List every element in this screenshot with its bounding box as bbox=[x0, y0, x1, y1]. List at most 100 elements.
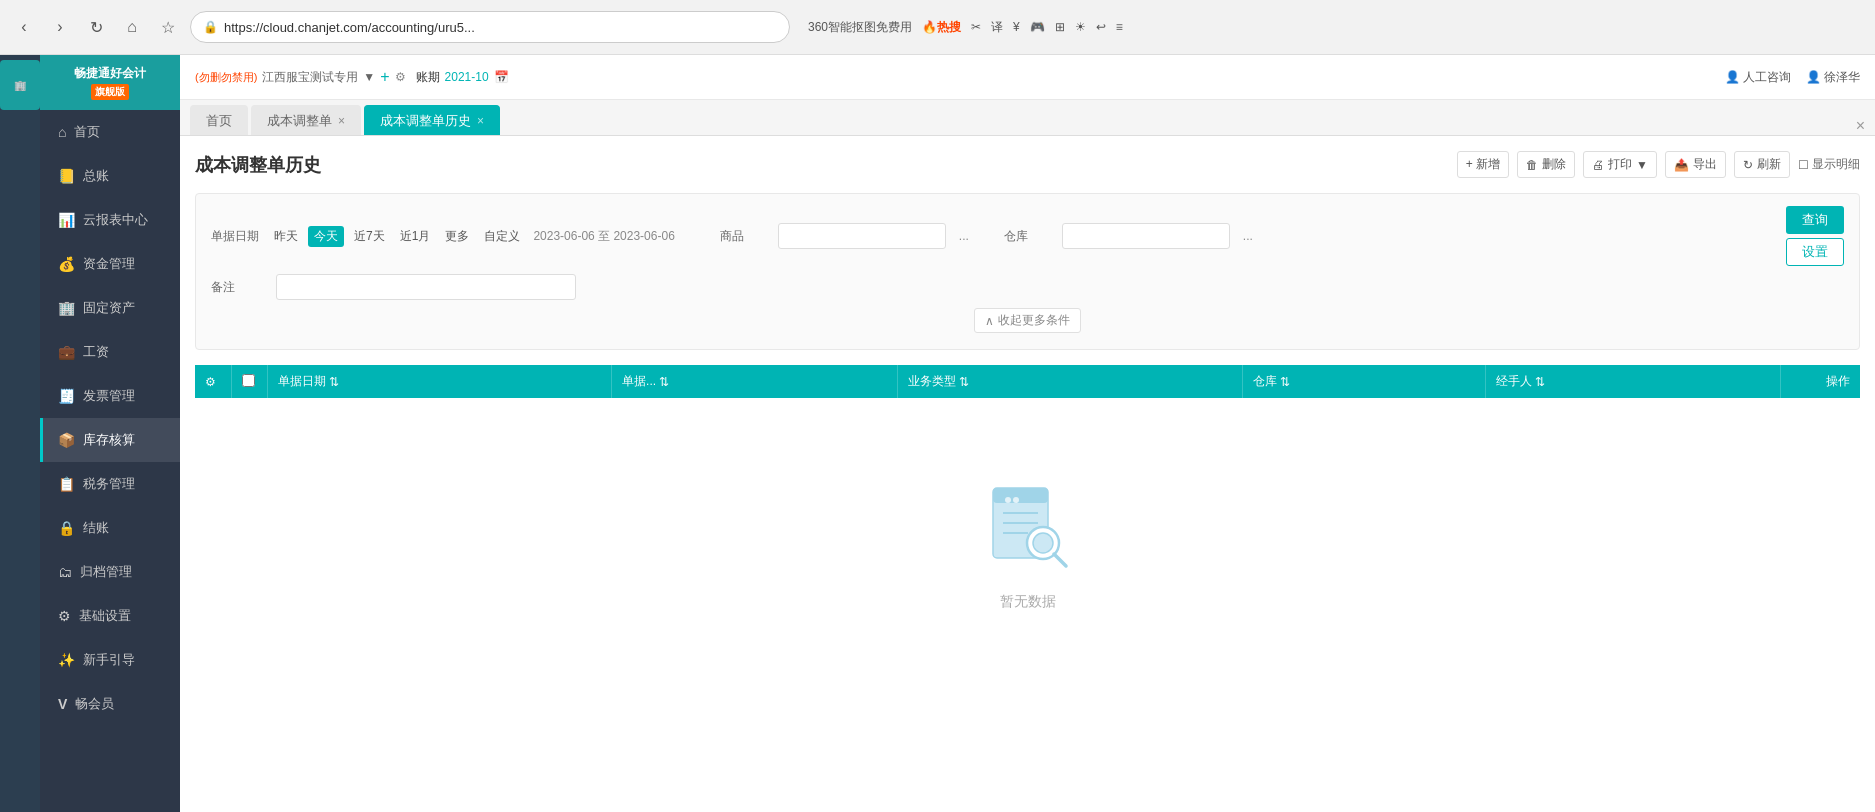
consult-action[interactable]: 👤 人工咨询 bbox=[1725, 69, 1791, 86]
sidebar-item-inventory[interactable]: 📦 库存核算 bbox=[40, 418, 180, 462]
sidebar-item-reports[interactable]: 📊 云报表中心 bbox=[40, 198, 180, 242]
sidebar-item-closing[interactable]: 🔒 结账 bbox=[40, 506, 180, 550]
goods-more-icon[interactable]: ... bbox=[959, 229, 969, 243]
tool-translate[interactable]: 译 bbox=[991, 19, 1003, 36]
th-handler-label: 经手人 bbox=[1496, 373, 1532, 390]
sidebar-item-payroll[interactable]: 💼 工资 bbox=[40, 330, 180, 374]
svg-point-6 bbox=[1033, 533, 1053, 553]
icon-sidebar: 🏢 bbox=[0, 55, 40, 812]
th-handler[interactable]: 经手人 ⇅ bbox=[1486, 365, 1780, 398]
logo-sub-text: 旗舰版 bbox=[91, 84, 129, 100]
th-checkbox[interactable] bbox=[231, 365, 267, 398]
th-type-label: 业务类型 bbox=[908, 373, 956, 390]
tool-hot[interactable]: 🔥热搜 bbox=[922, 19, 961, 36]
tool-undo[interactable]: ↩ bbox=[1096, 20, 1106, 34]
warehouse-filter-input[interactable] bbox=[1062, 223, 1230, 249]
period-selector[interactable]: 账期 2021-10 📅 bbox=[416, 69, 509, 86]
forward-button[interactable]: › bbox=[46, 13, 74, 41]
th-warehouse-label: 仓库 bbox=[1253, 373, 1277, 390]
refresh-btn[interactable]: ↻ 刷新 bbox=[1734, 151, 1790, 178]
new-btn[interactable]: + 新增 bbox=[1457, 151, 1509, 178]
th-type-sort[interactable]: 业务类型 ⇅ bbox=[908, 373, 1232, 390]
th-number-label: 单据... bbox=[622, 373, 656, 390]
th-number[interactable]: 单据... ⇅ bbox=[612, 365, 898, 398]
date-7days[interactable]: 近7天 bbox=[349, 226, 390, 247]
print-dropdown-icon: ▼ bbox=[1636, 158, 1648, 172]
url-text: https://cloud.chanjet.com/accounting/uru… bbox=[224, 20, 475, 35]
gear-settings-icon[interactable]: ⚙ bbox=[205, 375, 216, 389]
date-custom[interactable]: 自定义 bbox=[479, 226, 525, 247]
workspace-selector[interactable]: (勿删勿禁用) 江西服宝测试专用 ▼ + ⚙ bbox=[195, 68, 406, 86]
goods-filter-input[interactable] bbox=[778, 223, 946, 249]
collapse-btn[interactable]: ∧ 收起更多条件 bbox=[974, 308, 1081, 333]
workspace-name: 江西服宝测试专用 bbox=[262, 69, 358, 86]
user-action[interactable]: 👤 徐泽华 bbox=[1806, 69, 1860, 86]
tab-cost-history-close[interactable]: × bbox=[477, 114, 484, 128]
date-yesterday[interactable]: 昨天 bbox=[269, 226, 303, 247]
date-more[interactable]: 更多 bbox=[440, 226, 474, 247]
tool-scissors[interactable]: ✂ bbox=[971, 20, 981, 34]
th-date[interactable]: 单据日期 ⇅ bbox=[267, 365, 612, 398]
sidebar-item-archive[interactable]: 🗂 归档管理 bbox=[40, 550, 180, 594]
th-number-sort[interactable]: 单据... ⇅ bbox=[622, 373, 887, 390]
settings-btn[interactable]: 设置 bbox=[1786, 238, 1844, 266]
tool-brightness[interactable]: ☀ bbox=[1075, 20, 1086, 34]
th-warehouse-sort[interactable]: 仓库 ⇅ bbox=[1253, 373, 1476, 390]
logo-icon: 🏢 bbox=[14, 80, 26, 91]
empty-state-illustration bbox=[978, 478, 1078, 578]
sidebar-item-invoice[interactable]: 🧾 发票管理 bbox=[40, 374, 180, 418]
th-warehouse[interactable]: 仓库 ⇅ bbox=[1242, 365, 1486, 398]
svg-rect-1 bbox=[993, 488, 1048, 503]
refresh-button[interactable]: ↻ bbox=[82, 13, 110, 41]
date-today[interactable]: 今天 bbox=[308, 226, 344, 247]
empty-text: 暂无数据 bbox=[1000, 593, 1056, 611]
tab-cost-adjust-close[interactable]: × bbox=[338, 114, 345, 128]
th-type[interactable]: 业务类型 ⇅ bbox=[897, 365, 1242, 398]
th-handler-sort[interactable]: 经手人 ⇅ bbox=[1496, 373, 1769, 390]
tool-wallet[interactable]: ¥ bbox=[1013, 20, 1020, 34]
tool-menu[interactable]: ≡ bbox=[1116, 20, 1123, 34]
th-gear[interactable]: ⚙ bbox=[195, 365, 231, 398]
query-btn[interactable]: 查询 bbox=[1786, 206, 1844, 234]
home-button[interactable]: ⌂ bbox=[118, 13, 146, 41]
star-button[interactable]: ☆ bbox=[154, 13, 182, 41]
export-btn[interactable]: 📤 导出 bbox=[1665, 151, 1726, 178]
icon-sidebar-logo[interactable]: 🏢 bbox=[0, 60, 40, 110]
date-1month[interactable]: 近1月 bbox=[395, 226, 436, 247]
remark-filter-input[interactable] bbox=[276, 274, 576, 300]
th-number-sort-icon: ⇅ bbox=[659, 375, 669, 389]
sidebar-item-assets[interactable]: 🏢 固定资产 bbox=[40, 286, 180, 330]
sidebar-item-home[interactable]: ⌂ 首页 bbox=[40, 110, 180, 154]
th-date-sort[interactable]: 单据日期 ⇅ bbox=[278, 373, 602, 390]
th-type-sort-icon: ⇅ bbox=[959, 375, 969, 389]
tool-grid[interactable]: ⊞ bbox=[1055, 20, 1065, 34]
main-sidebar: 畅捷通好会计 旗舰版 ⌂ 首页 📒 总账 📊 云报表中心 💰 资金管理 🏢 固定… bbox=[40, 55, 180, 812]
sidebar-item-guide[interactable]: ✨ 新手引导 bbox=[40, 638, 180, 682]
close-window-btn[interactable]: × bbox=[1856, 117, 1865, 135]
print-icon: 🖨 bbox=[1592, 158, 1604, 172]
tool-game[interactable]: 🎮 bbox=[1030, 20, 1045, 34]
filter-section: 单据日期 昨天 今天 近7天 近1月 更多 自定义 2023-06-06 至 2… bbox=[195, 193, 1860, 350]
warehouse-more-icon[interactable]: ... bbox=[1243, 229, 1253, 243]
delete-btn[interactable]: 🗑 删除 bbox=[1517, 151, 1575, 178]
filter-divider-row: ∧ 收起更多条件 bbox=[211, 308, 1844, 333]
back-button[interactable]: ‹ bbox=[10, 13, 38, 41]
tab-cost-history[interactable]: 成本调整单历史 × bbox=[364, 105, 500, 135]
sidebar-item-member[interactable]: V 畅会员 bbox=[40, 682, 180, 726]
select-all-checkbox[interactable] bbox=[242, 374, 255, 387]
tab-cost-adjust[interactable]: 成本调整单 × bbox=[251, 105, 361, 135]
print-btn[interactable]: 🖨 打印 ▼ bbox=[1583, 151, 1657, 178]
tool-360[interactable]: 360智能抠图免费用 bbox=[808, 19, 912, 36]
address-bar[interactable]: 🔒 https://cloud.chanjet.com/accounting/u… bbox=[190, 11, 790, 43]
sidebar-label-closing: 结账 bbox=[83, 519, 109, 537]
ledger-icon: 📒 bbox=[58, 168, 75, 184]
show-detail-toggle[interactable]: ☐ 显示明细 bbox=[1798, 156, 1860, 173]
sidebar-item-settings[interactable]: ⚙ 基础设置 bbox=[40, 594, 180, 638]
workspace-gear-icon[interactable]: ⚙ bbox=[395, 70, 406, 84]
sidebar-item-funds[interactable]: 💰 资金管理 bbox=[40, 242, 180, 286]
tab-home[interactable]: 首页 bbox=[190, 105, 248, 135]
sidebar-item-ledger[interactable]: 📒 总账 bbox=[40, 154, 180, 198]
workspace-add-icon[interactable]: + bbox=[380, 68, 389, 86]
calendar-icon[interactable]: 📅 bbox=[494, 70, 509, 84]
sidebar-item-tax[interactable]: 📋 税务管理 bbox=[40, 462, 180, 506]
